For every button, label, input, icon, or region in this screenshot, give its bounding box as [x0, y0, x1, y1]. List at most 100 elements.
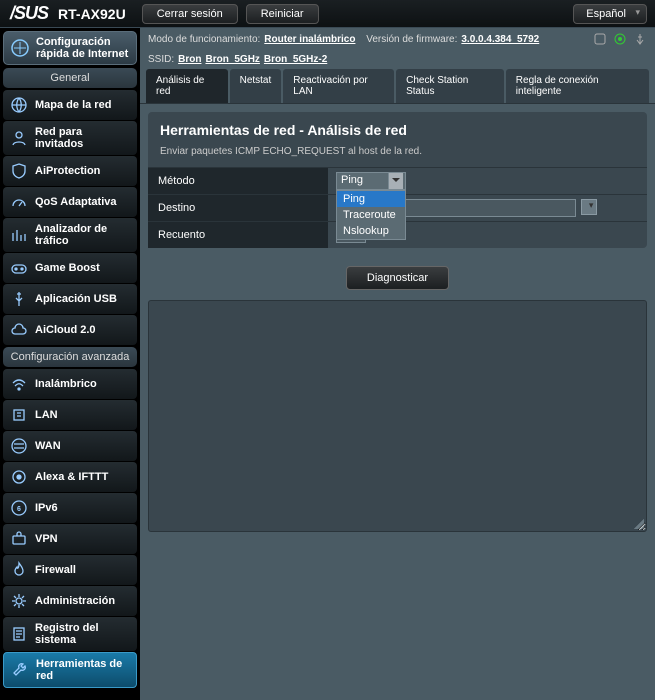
- shield-icon: [9, 161, 29, 181]
- advanced-header: Configuración avanzada: [3, 347, 137, 367]
- alexa-icon: [9, 467, 29, 487]
- count-label: Recuento: [148, 222, 328, 248]
- ssid-2[interactable]: Bron_5GHz: [205, 54, 259, 65]
- sidebar-item-label: Red para invitados: [35, 126, 131, 150]
- ssid-1[interactable]: Bron: [178, 54, 201, 65]
- tab[interactable]: Netstat: [230, 69, 282, 103]
- ssid-label: SSID:: [148, 54, 174, 65]
- sidebar-item-label: QoS Adaptativa: [35, 196, 117, 208]
- method-option[interactable]: Nslookup: [337, 223, 405, 239]
- sidebar-item-cloud[interactable]: AiCloud 2.0: [3, 315, 137, 345]
- sidebar-item-wifi[interactable]: Inalámbrico: [3, 369, 137, 399]
- language-select[interactable]: Español: [573, 4, 647, 24]
- sidebar-item-label: Aplicación USB: [35, 293, 117, 305]
- method-option[interactable]: Ping: [337, 191, 405, 207]
- tab[interactable]: Regla de conexión inteligente: [506, 69, 649, 103]
- mode-value[interactable]: Router inalámbrico: [264, 34, 355, 45]
- fw-label: Versión de firmware:: [366, 34, 457, 45]
- sidebar-item-label: AiProtection: [35, 165, 100, 177]
- sidebar-item-usb[interactable]: Aplicación USB: [3, 284, 137, 314]
- method-option[interactable]: Traceroute: [337, 207, 405, 223]
- speed-icon: [9, 192, 29, 212]
- app-icon[interactable]: [593, 32, 607, 46]
- sidebar-item-shield[interactable]: AiProtection: [3, 156, 137, 186]
- sidebar-item-wan[interactable]: WAN: [3, 431, 137, 461]
- panel-desc: Enviar paquetes ICMP ECHO_REQUEST al hos…: [148, 142, 647, 168]
- sidebar-item-label: Inalámbrico: [35, 378, 97, 390]
- sidebar-item-traffic[interactable]: Analizador de tráfico: [3, 218, 137, 252]
- sidebar-item-speed[interactable]: QoS Adaptativa: [3, 187, 137, 217]
- sidebar-item-tools[interactable]: Herramientas de red: [3, 652, 137, 688]
- sidebar-item-label: Herramientas de red: [36, 658, 130, 682]
- wifi-icon: [9, 374, 29, 394]
- traffic-icon: [9, 225, 29, 245]
- method-value: Ping: [341, 174, 363, 186]
- cloud-icon: [9, 320, 29, 340]
- header: /SUS RT-AX92U Cerrar sesión Reiniciar Es…: [0, 0, 655, 28]
- brand-logo: /SUS: [0, 3, 58, 24]
- fire-icon: [9, 560, 29, 580]
- tab[interactable]: Análisis de red: [146, 69, 228, 103]
- info-bar: Modo de funcionamiento: Router inalámbri…: [140, 28, 655, 50]
- model-name: RT-AX92U: [58, 6, 126, 22]
- ssid-3[interactable]: Bron_5GHz-2: [264, 54, 327, 65]
- reboot-button[interactable]: Reiniciar: [246, 4, 319, 24]
- ipv6-icon: 6: [9, 498, 29, 518]
- sidebar-item-game[interactable]: Game Boost: [3, 253, 137, 283]
- aimesh-icon[interactable]: [613, 32, 627, 46]
- sidebar-item-globe[interactable]: Mapa de la red: [3, 90, 137, 120]
- sidebar-item-label: LAN: [35, 409, 58, 421]
- fw-value[interactable]: 3.0.0.4.384_5792: [461, 34, 539, 45]
- usb-icon[interactable]: [633, 32, 647, 46]
- sidebar-item-guest[interactable]: Red para invitados: [3, 121, 137, 155]
- sidebar-item-label: VPN: [35, 533, 58, 545]
- target-label: Destino: [148, 195, 328, 221]
- quick-setup-label: Configuración rápida de Internet: [36, 36, 130, 60]
- log-icon: [9, 624, 29, 644]
- sidebar-item-vpn[interactable]: VPN: [3, 524, 137, 554]
- ssid-bar: SSID: Bron Bron_5GHz Bron_5GHz-2: [140, 50, 655, 69]
- sidebar: Configuración rápida de Internet General…: [0, 28, 140, 700]
- method-select[interactable]: Ping: [336, 172, 406, 190]
- wan-icon: [9, 436, 29, 456]
- sidebar-item-alexa[interactable]: Alexa & IFTTT: [3, 462, 137, 492]
- vpn-icon: [9, 529, 29, 549]
- tools-icon: [10, 660, 30, 680]
- sidebar-item-label: Registro del sistema: [35, 622, 131, 646]
- usb-icon: [9, 289, 29, 309]
- guest-icon: [9, 128, 29, 148]
- method-dropdown: PingTracerouteNslookup: [336, 190, 406, 240]
- admin-icon: [9, 591, 29, 611]
- sidebar-item-label: IPv6: [35, 502, 58, 514]
- tabs: Análisis de redNetstatReactivación por L…: [140, 69, 655, 104]
- diagnose-button[interactable]: Diagnosticar: [346, 266, 449, 290]
- sidebar-item-label: Firewall: [35, 564, 76, 576]
- tab[interactable]: Reactivación por LAN: [283, 69, 394, 103]
- content: Modo de funcionamiento: Router inalámbri…: [140, 28, 655, 700]
- method-row: Método Ping PingTracerouteNslookup: [148, 168, 647, 195]
- mode-label: Modo de funcionamiento:: [148, 34, 260, 45]
- general-header: General: [3, 68, 137, 88]
- quick-setup-button[interactable]: Configuración rápida de Internet: [3, 31, 137, 65]
- method-label: Método: [148, 168, 328, 194]
- sidebar-item-label: Mapa de la red: [35, 99, 111, 111]
- panel-title: Herramientas de red - Análisis de red: [148, 112, 647, 142]
- game-icon: [9, 258, 29, 278]
- sidebar-item-label: Alexa & IFTTT: [35, 471, 108, 483]
- sidebar-item-ipv6[interactable]: 6 IPv6: [3, 493, 137, 523]
- panel: Herramientas de red - Análisis de red En…: [148, 112, 647, 248]
- quick-setup-icon: [10, 38, 30, 58]
- logout-button[interactable]: Cerrar sesión: [142, 4, 238, 24]
- sidebar-item-label: WAN: [35, 440, 61, 452]
- svg-text:6: 6: [17, 506, 21, 513]
- tab[interactable]: Check Station Status: [396, 69, 504, 103]
- sidebar-item-lan[interactable]: LAN: [3, 400, 137, 430]
- sidebar-item-fire[interactable]: Firewall: [3, 555, 137, 585]
- sidebar-item-admin[interactable]: Administración: [3, 586, 137, 616]
- sidebar-item-label: Administración: [35, 595, 115, 607]
- sidebar-item-log[interactable]: Registro del sistema: [3, 617, 137, 651]
- target-dropdown-button[interactable]: [581, 199, 597, 215]
- result-textarea[interactable]: [148, 300, 647, 532]
- sidebar-item-label: Analizador de tráfico: [35, 223, 131, 247]
- chevron-down-icon: [392, 178, 400, 182]
